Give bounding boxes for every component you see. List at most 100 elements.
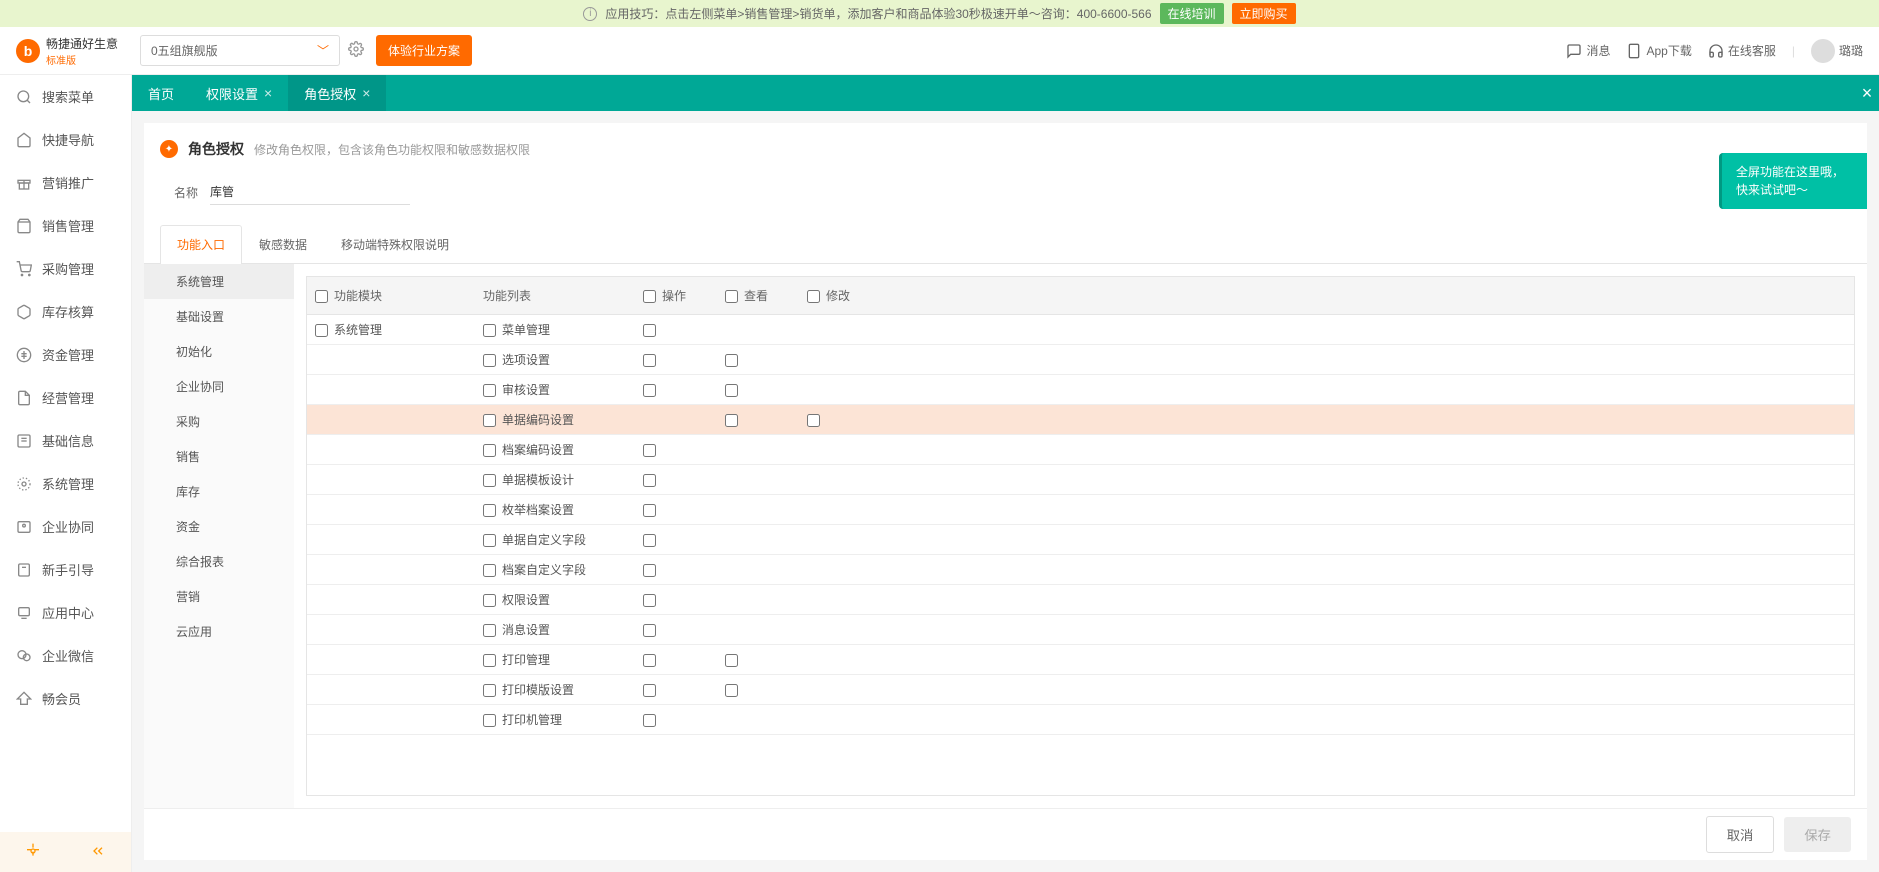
sidebar-item-8[interactable]: 基础信息 bbox=[0, 419, 131, 462]
cancel-button[interactable]: 取消 bbox=[1706, 816, 1775, 853]
check-func[interactable] bbox=[483, 534, 496, 547]
sidebar-item-5[interactable]: 库存核算 bbox=[0, 290, 131, 333]
check-view[interactable] bbox=[725, 354, 738, 367]
header-messages[interactable]: 消息 bbox=[1566, 42, 1610, 59]
check-all-module[interactable] bbox=[315, 290, 328, 303]
sidebar-item-13[interactable]: 企业微信 bbox=[0, 634, 131, 677]
check-op[interactable] bbox=[643, 534, 656, 547]
check-view[interactable] bbox=[725, 654, 738, 667]
check-func[interactable] bbox=[483, 384, 496, 397]
sidebar-item-3[interactable]: 销售管理 bbox=[0, 204, 131, 247]
check-all-view[interactable] bbox=[725, 290, 738, 303]
check-func[interactable] bbox=[483, 714, 496, 727]
category-item-4[interactable]: 采购 bbox=[144, 404, 294, 439]
check-op[interactable] bbox=[643, 684, 656, 697]
sidebar-item-0[interactable]: 搜索菜单 bbox=[0, 75, 131, 118]
sub-tab-2[interactable]: 移动端特殊权限说明 bbox=[324, 225, 466, 263]
message-icon bbox=[1566, 43, 1582, 59]
check-op[interactable] bbox=[643, 324, 656, 337]
check-func[interactable] bbox=[483, 594, 496, 607]
check-op[interactable] bbox=[643, 564, 656, 577]
btn-industry-solution[interactable]: 体验行业方案 bbox=[376, 35, 472, 66]
tab-0[interactable]: 首页 bbox=[132, 75, 190, 111]
check-func[interactable] bbox=[483, 564, 496, 577]
check-op[interactable] bbox=[643, 384, 656, 397]
header-online-service[interactable]: 在线客服 bbox=[1708, 42, 1776, 59]
category-item-7[interactable]: 资金 bbox=[144, 509, 294, 544]
sidebar-label: 企业协同 bbox=[42, 517, 94, 536]
check-func[interactable] bbox=[483, 504, 496, 517]
check-view[interactable] bbox=[725, 684, 738, 697]
category-item-5[interactable]: 销售 bbox=[144, 439, 294, 474]
check-module[interactable] bbox=[315, 324, 328, 337]
check-op[interactable] bbox=[643, 624, 656, 637]
sidebar-label: 快捷导航 bbox=[42, 130, 94, 149]
collapse-icon[interactable] bbox=[90, 843, 106, 862]
sidebar-item-1[interactable]: 快捷导航 bbox=[0, 118, 131, 161]
tab-2[interactable]: 角色授权× bbox=[288, 75, 386, 111]
sub-tab-1[interactable]: 敏感数据 bbox=[242, 225, 324, 263]
tab-close-icon[interactable]: × bbox=[362, 85, 370, 101]
th-module: 功能模块 bbox=[307, 277, 475, 315]
check-func[interactable] bbox=[483, 324, 496, 337]
category-item-0[interactable]: 系统管理 bbox=[144, 264, 294, 299]
page-title: 角色授权 bbox=[188, 139, 244, 159]
check-func[interactable] bbox=[483, 654, 496, 667]
sidebar-label: 新手引导 bbox=[42, 560, 94, 579]
btn-buy-now[interactable]: 立即购买 bbox=[1232, 3, 1296, 24]
check-func[interactable] bbox=[483, 474, 496, 487]
sub-tab-0[interactable]: 功能入口 bbox=[160, 225, 242, 264]
home-icon bbox=[16, 132, 32, 148]
org-select[interactable]: 0五组旗舰版 ﹀ bbox=[140, 35, 340, 66]
header-app-download[interactable]: App下载 bbox=[1626, 42, 1691, 59]
sidebar-item-2[interactable]: 营销推广 bbox=[0, 161, 131, 204]
category-item-1[interactable]: 基础设置 bbox=[144, 299, 294, 334]
name-value[interactable]: 库管 bbox=[210, 179, 410, 205]
sidebar-label: 库存核算 bbox=[42, 302, 94, 321]
tab-close-icon[interactable]: × bbox=[264, 85, 272, 101]
sidebar-item-14[interactable]: 畅会员 bbox=[0, 677, 131, 720]
check-op[interactable] bbox=[643, 654, 656, 667]
sidebar-item-6[interactable]: 资金管理 bbox=[0, 333, 131, 376]
check-view[interactable] bbox=[725, 414, 738, 427]
sidebar-item-12[interactable]: 应用中心 bbox=[0, 591, 131, 634]
sidebar-item-10[interactable]: 企业协同 bbox=[0, 505, 131, 548]
check-view[interactable] bbox=[725, 384, 738, 397]
check-op[interactable] bbox=[643, 444, 656, 457]
save-button[interactable]: 保存 bbox=[1784, 817, 1851, 852]
check-op[interactable] bbox=[643, 474, 656, 487]
settings-icon[interactable] bbox=[25, 843, 41, 862]
gear-icon[interactable] bbox=[348, 41, 364, 60]
category-item-3[interactable]: 企业协同 bbox=[144, 369, 294, 404]
search-icon bbox=[16, 89, 32, 105]
check-op[interactable] bbox=[643, 594, 656, 607]
check-all-op[interactable] bbox=[643, 290, 656, 303]
check-func[interactable] bbox=[483, 354, 496, 367]
fullscreen-tooltip: 全屏功能在这里哦，快来试试吧～ bbox=[1719, 153, 1867, 209]
close-all-tabs[interactable]: × bbox=[1855, 75, 1879, 111]
sidebar-item-11[interactable]: 新手引导 bbox=[0, 548, 131, 591]
header-user[interactable]: 璐璐 bbox=[1811, 39, 1863, 63]
sidebar-item-9[interactable]: 系统管理 bbox=[0, 462, 131, 505]
btn-online-training[interactable]: 在线培训 bbox=[1160, 3, 1224, 24]
category-item-2[interactable]: 初始化 bbox=[144, 334, 294, 369]
table-row: 档案编码设置 bbox=[307, 435, 1854, 465]
sidebar-item-7[interactable]: 经营管理 bbox=[0, 376, 131, 419]
check-op[interactable] bbox=[643, 714, 656, 727]
sidebar-item-4[interactable]: 采购管理 bbox=[0, 247, 131, 290]
check-all-edit[interactable] bbox=[807, 290, 820, 303]
check-func[interactable] bbox=[483, 684, 496, 697]
check-func[interactable] bbox=[483, 624, 496, 637]
tabs-bar: 首页权限设置×角色授权× × bbox=[132, 75, 1879, 111]
check-func[interactable] bbox=[483, 414, 496, 427]
check-func[interactable] bbox=[483, 444, 496, 457]
category-item-8[interactable]: 综合报表 bbox=[144, 544, 294, 579]
category-item-10[interactable]: 云应用 bbox=[144, 614, 294, 649]
check-op[interactable] bbox=[643, 354, 656, 367]
check-edit[interactable] bbox=[807, 414, 820, 427]
category-item-9[interactable]: 营销 bbox=[144, 579, 294, 614]
tab-1[interactable]: 权限设置× bbox=[190, 75, 288, 111]
top-banner: i 应用技巧：点击左侧菜单>销售管理>销货单，添加客户和商品体验30秒极速开单～… bbox=[0, 0, 1879, 27]
check-op[interactable] bbox=[643, 504, 656, 517]
category-item-6[interactable]: 库存 bbox=[144, 474, 294, 509]
